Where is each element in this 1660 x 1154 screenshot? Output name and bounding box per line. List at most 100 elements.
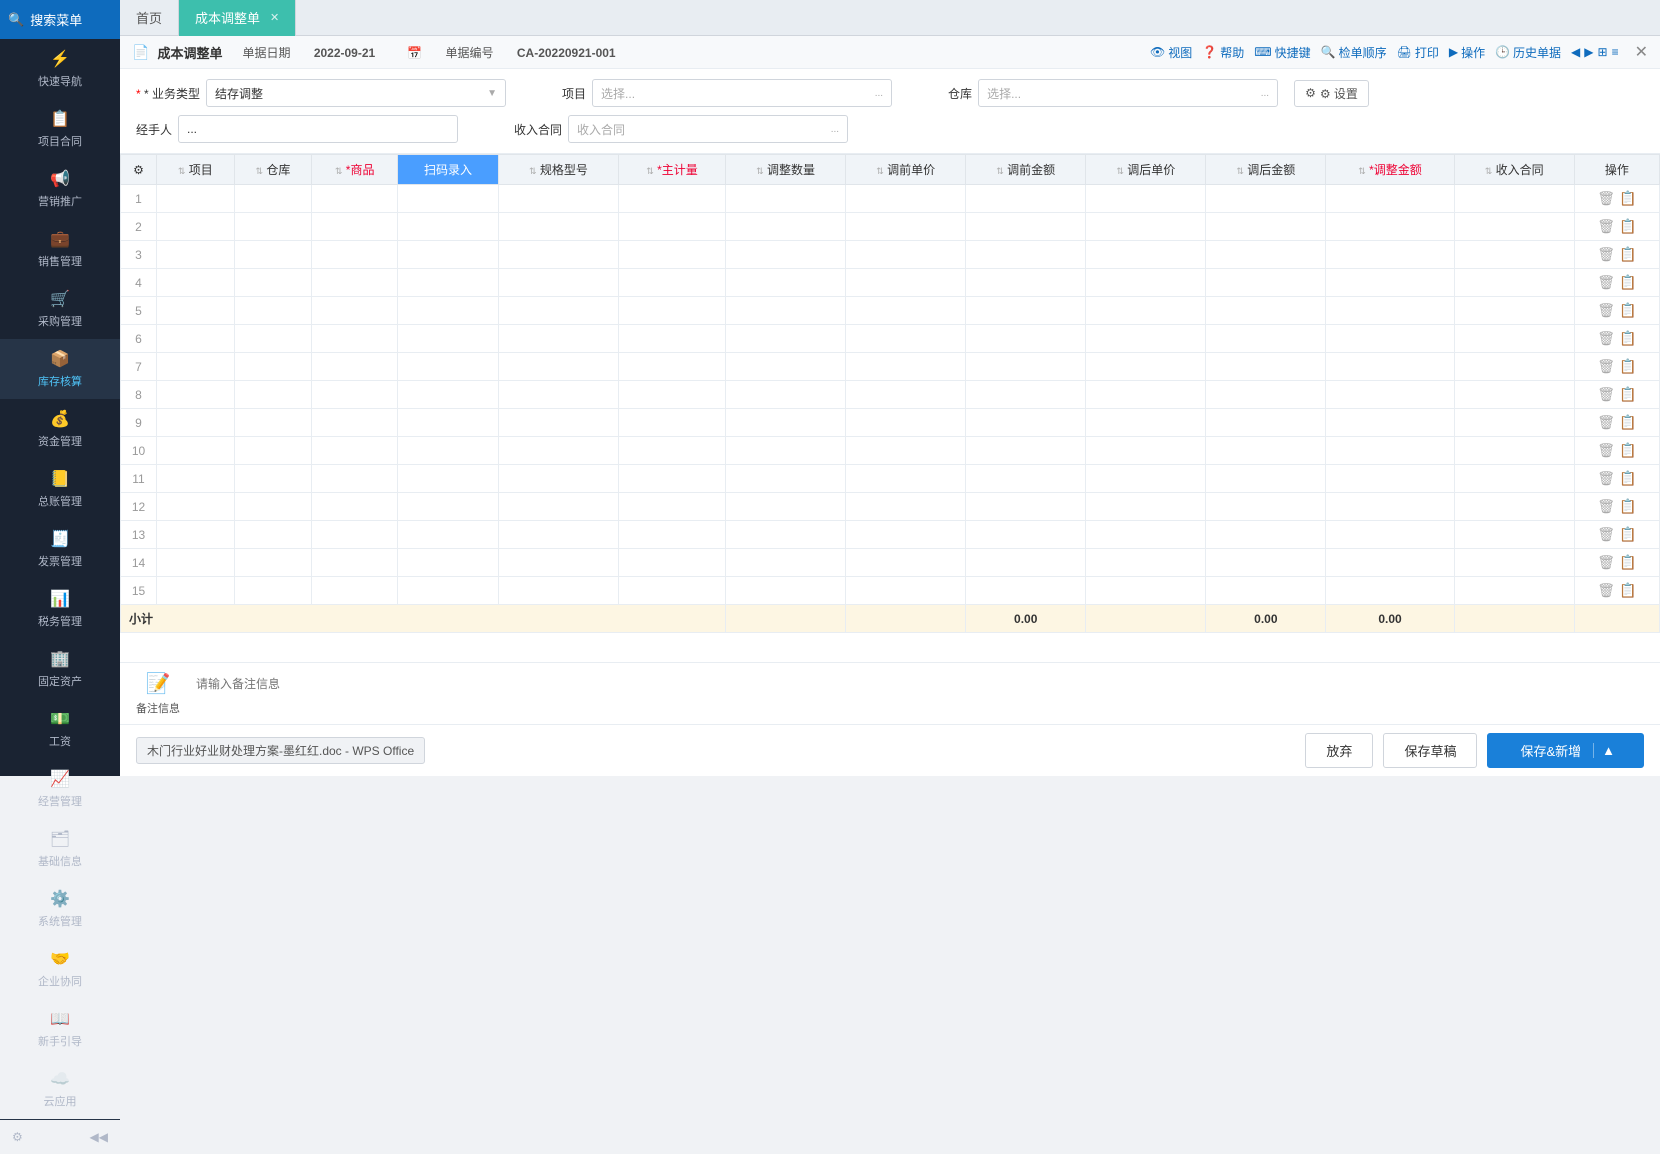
settings-icon[interactable]: ⚙: [12, 1130, 23, 1144]
cell-post-amount[interactable]: [1206, 325, 1326, 353]
grid-view-icon[interactable]: ⊞: [1598, 45, 1608, 59]
cell-scan[interactable]: [398, 549, 499, 577]
cell-product[interactable]: [312, 353, 398, 381]
cell-pre-price[interactable]: [846, 297, 966, 325]
cell-post-price[interactable]: [1086, 493, 1206, 521]
cell-warehouse[interactable]: [234, 353, 312, 381]
cell-post-price[interactable]: [1086, 465, 1206, 493]
sidebar-item-quick-nav[interactable]: ⚡ 快速导航: [0, 39, 120, 99]
cell-pre-price[interactable]: [846, 409, 966, 437]
cell-post-price[interactable]: [1086, 241, 1206, 269]
cell-post-amount[interactable]: [1206, 185, 1326, 213]
col-warehouse[interactable]: ⇅ 仓库: [234, 155, 312, 185]
cell-pre-amount[interactable]: [966, 549, 1086, 577]
cell-post-amount[interactable]: [1206, 465, 1326, 493]
cell-post-amount[interactable]: [1206, 549, 1326, 577]
col-post-amount[interactable]: ⇅ 调后金额: [1206, 155, 1326, 185]
income-contract-input[interactable]: 收入合同 ...: [568, 115, 848, 143]
tab-cost-adjust[interactable]: 成本调整单 ✕: [179, 0, 296, 36]
project-input[interactable]: 选择... ...: [592, 79, 892, 107]
col-spec[interactable]: ⇅ 规格型号: [498, 155, 618, 185]
cell-spec[interactable]: [498, 437, 618, 465]
cell-pre-price[interactable]: [846, 437, 966, 465]
cell-scan[interactable]: [398, 381, 499, 409]
delete-row-icon[interactable]: 🗑: [1597, 470, 1615, 487]
cell-unit[interactable]: [618, 465, 725, 493]
cell-product[interactable]: [312, 269, 398, 297]
cell-scan[interactable]: [398, 437, 499, 465]
cell-post-price[interactable]: [1086, 213, 1206, 241]
warehouse-input[interactable]: 选择... ...: [978, 79, 1278, 107]
cell-pre-amount[interactable]: [966, 269, 1086, 297]
col-post-price[interactable]: ⇅ 调后单价: [1086, 155, 1206, 185]
cell-adj-amount[interactable]: [1326, 381, 1454, 409]
copy-row-icon[interactable]: 📋: [1619, 190, 1636, 207]
cell-income-contract[interactable]: [1454, 577, 1574, 605]
cell-scan[interactable]: [398, 185, 499, 213]
save-draft-button[interactable]: 保存草稿: [1383, 733, 1477, 768]
cell-income-contract[interactable]: [1454, 549, 1574, 577]
col-pre-amount[interactable]: ⇅ 调前金额: [966, 155, 1086, 185]
cell-adj-amount[interactable]: [1326, 409, 1454, 437]
cell-unit[interactable]: [618, 521, 725, 549]
cell-pre-price[interactable]: [846, 241, 966, 269]
cell-unit[interactable]: [618, 241, 725, 269]
sidebar-item-new-guide[interactable]: 📖 新手引导: [0, 999, 120, 1059]
cell-income-contract[interactable]: [1454, 353, 1574, 381]
sidebar-item-corp-coop[interactable]: 🤝 企业协同: [0, 939, 120, 999]
cell-spec[interactable]: [498, 521, 618, 549]
cell-pre-price[interactable]: [846, 521, 966, 549]
cell-pre-price[interactable]: [846, 213, 966, 241]
cell-unit[interactable]: [618, 353, 725, 381]
handler-input[interactable]: ...: [178, 115, 458, 143]
nav-prev[interactable]: ◀: [1571, 45, 1580, 59]
cell-income-contract[interactable]: [1454, 437, 1574, 465]
cell-spec[interactable]: [498, 353, 618, 381]
sidebar-item-system[interactable]: ⚙️ 系统管理: [0, 879, 120, 939]
cell-unit[interactable]: [618, 325, 725, 353]
cell-pre-amount[interactable]: [966, 297, 1086, 325]
cell-pre-amount[interactable]: [966, 381, 1086, 409]
cell-post-price[interactable]: [1086, 185, 1206, 213]
cell-income-contract[interactable]: [1454, 241, 1574, 269]
collapse-icon[interactable]: ◀◀: [90, 1130, 108, 1144]
cell-qty[interactable]: [726, 493, 846, 521]
col-unit[interactable]: ⇅ *主计量: [618, 155, 725, 185]
cell-product[interactable]: [312, 409, 398, 437]
operate-action[interactable]: ▶ 操作: [1449, 44, 1485, 61]
copy-row-icon[interactable]: 📋: [1619, 246, 1636, 263]
sidebar-item-project-contract[interactable]: 📋 项目合同: [0, 99, 120, 159]
cell-product[interactable]: [312, 465, 398, 493]
cell-spec[interactable]: [498, 493, 618, 521]
cell-post-amount[interactable]: [1206, 353, 1326, 381]
help-action[interactable]: ❓ 帮助: [1202, 44, 1244, 61]
cell-product[interactable]: [312, 549, 398, 577]
table-wrapper[interactable]: ⚙ ⇅ 项目 ⇅ 仓库 ⇅ *商品 扫码录入 ⇅ 规格型号 ⇅ *主计量 ⇅ 调…: [120, 154, 1660, 662]
cell-project[interactable]: [157, 437, 235, 465]
cell-qty[interactable]: [726, 577, 846, 605]
delete-row-icon[interactable]: 🗑: [1597, 274, 1615, 291]
cell-income-contract[interactable]: [1454, 409, 1574, 437]
nav-next[interactable]: ▶: [1584, 45, 1593, 59]
cell-project[interactable]: [157, 353, 235, 381]
cell-spec[interactable]: [498, 213, 618, 241]
cell-scan[interactable]: [398, 297, 499, 325]
cell-project[interactable]: [157, 241, 235, 269]
cell-product[interactable]: [312, 381, 398, 409]
cell-scan[interactable]: [398, 325, 499, 353]
copy-row-icon[interactable]: 📋: [1619, 414, 1636, 431]
cell-project[interactable]: [157, 325, 235, 353]
cell-unit[interactable]: [618, 437, 725, 465]
cell-warehouse[interactable]: [234, 521, 312, 549]
cell-scan[interactable]: [398, 493, 499, 521]
copy-row-icon[interactable]: 📋: [1619, 330, 1636, 347]
cell-qty[interactable]: [726, 521, 846, 549]
sidebar-item-ledger[interactable]: 📒 总账管理: [0, 459, 120, 519]
cell-project[interactable]: [157, 521, 235, 549]
cell-unit[interactable]: [618, 409, 725, 437]
cell-warehouse[interactable]: [234, 465, 312, 493]
cell-unit[interactable]: [618, 213, 725, 241]
print-action[interactable]: 🖨 打印: [1397, 44, 1439, 61]
delete-row-icon[interactable]: 🗑: [1597, 554, 1615, 571]
copy-row-icon[interactable]: 📋: [1619, 218, 1636, 235]
